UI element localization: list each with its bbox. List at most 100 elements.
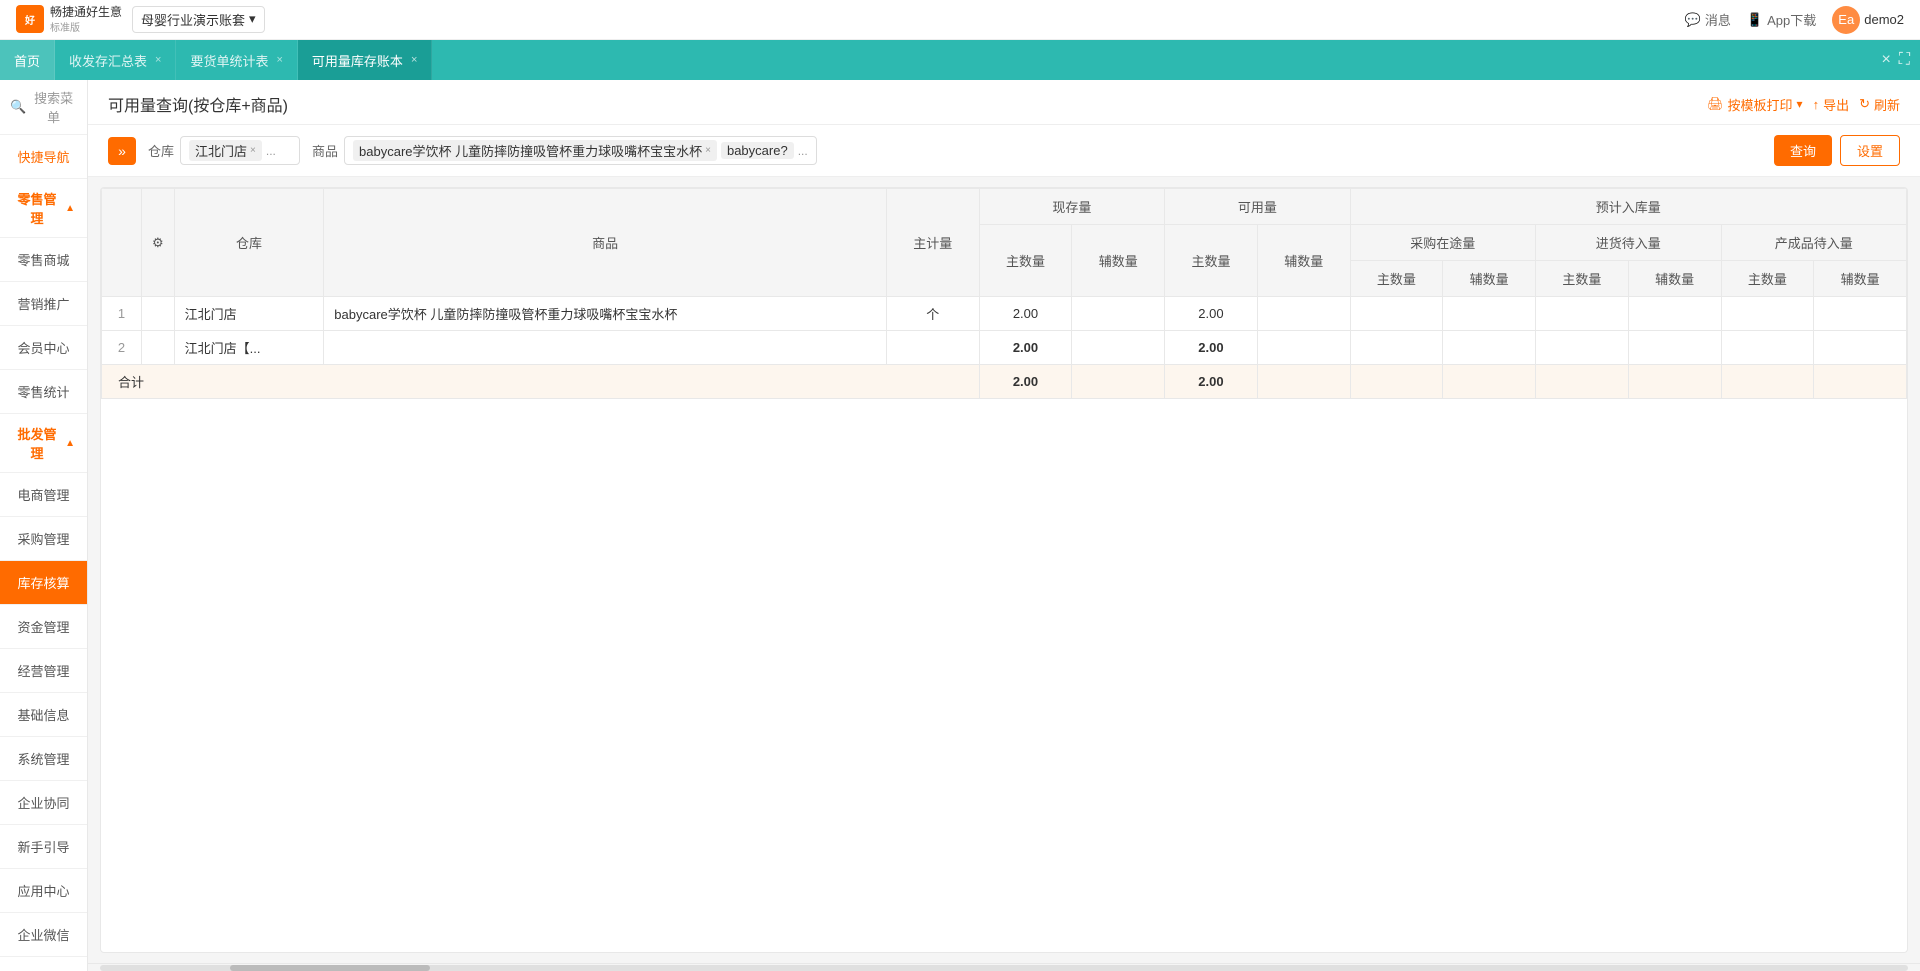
sidebar-quick-nav[interactable]: 快捷导航 — [0, 135, 87, 179]
user-area[interactable]: Ea demo2 — [1832, 6, 1904, 34]
th-product-pend-main: 主数量 — [1721, 261, 1814, 297]
footer-stock-sub — [1072, 365, 1165, 399]
tab-income-expense[interactable]: 收发存汇总表 × — [55, 40, 176, 80]
data-table: ⚙ 仓库 商品 主计量 现存量 可用量 预计入库量 主数量 辅数量 主数量 辅数… — [101, 188, 1907, 399]
app-download-btn[interactable]: 📱 App下载 — [1747, 10, 1816, 29]
avatar-text: Ea — [1838, 12, 1854, 27]
sidebar-item-newbie[interactable]: 新手引导 — [0, 825, 87, 869]
close-all-tabs-btn[interactable]: × — [1881, 51, 1890, 69]
footer-avail-main: 2.00 — [1165, 365, 1258, 399]
refresh-btn[interactable]: ↻ 刷新 — [1859, 95, 1900, 114]
warehouse-ellipsis[interactable]: ... — [266, 144, 276, 158]
sidebar-item-wholesale-mgmt[interactable]: 批发管理 ▲ — [0, 414, 87, 473]
row-1-prod-pend-sub — [1814, 297, 1907, 331]
setting-button[interactable]: 设置 — [1840, 135, 1900, 166]
th-stock-main: 主数量 — [979, 225, 1072, 297]
warehouse-filter-tags[interactable]: 江北门店 × ... — [180, 136, 300, 165]
scrollbar-track[interactable] — [100, 965, 1908, 971]
app-icon: 📱 — [1747, 12, 1763, 28]
top-bar-right: 💬 消息 📱 App下载 Ea demo2 — [1685, 6, 1904, 34]
sidebar-item-retail-mgmt[interactable]: 零售管理 ▲ — [0, 179, 87, 238]
product-tag-1: babycare学饮杯 儿童防摔防撞吸管杯重力球吸嘴杯宝宝水杯 × — [353, 140, 717, 161]
row-1-pur-in-main — [1350, 297, 1443, 331]
tab-available-stock-close[interactable]: × — [411, 54, 417, 66]
th-stock-sub: 辅数量 — [1072, 225, 1165, 297]
sidebar-item-retail-mall[interactable]: 零售商城 — [0, 238, 87, 282]
scrollbar-thumb[interactable] — [230, 965, 430, 971]
sidebar-item-marketing[interactable]: 营销推广 — [0, 282, 87, 326]
th-row-num — [102, 189, 142, 297]
export-btn[interactable]: ↑ 导出 — [1813, 95, 1850, 114]
nav-tabs: 首页 收发存汇总表 × 要货单统计表 × 可用量库存账本 × × ⛶ — [0, 40, 1920, 80]
product-filter-tags[interactable]: babycare学饮杯 儿童防摔防撞吸管杯重力球吸嘴杯宝宝水杯 × babyca… — [344, 136, 817, 165]
sidebar-item-enterprise-wechat[interactable]: 企业微信 — [0, 913, 87, 957]
th-stock-group: 现存量 — [979, 189, 1164, 225]
fullscreen-btn[interactable]: ⛶ — [1899, 51, 1910, 69]
search-icon: 🔍 — [10, 99, 26, 115]
sidebar-item-basic-info[interactable]: 基础信息 — [0, 693, 87, 737]
chevron-up-icon: ▲ — [65, 203, 75, 214]
product-ellipsis[interactable]: ... — [798, 144, 808, 158]
tab-home[interactable]: 首页 — [0, 40, 55, 80]
th-avail-sub: 辅数量 — [1257, 225, 1350, 297]
sidebar-item-member-service[interactable]: 畅会员 — [0, 957, 87, 971]
sidebar-item-member[interactable]: 会员中心 — [0, 326, 87, 370]
message-btn[interactable]: 💬 消息 — [1685, 10, 1731, 29]
filter-actions: 查询 设置 — [1774, 135, 1900, 166]
sidebar-item-ecommerce[interactable]: 电商管理 — [0, 473, 87, 517]
sidebar-search[interactable]: 🔍 搜索菜单 — [0, 80, 87, 135]
sidebar-item-business[interactable]: 经营管理 — [0, 649, 87, 693]
th-purchase-in-main: 主数量 — [1350, 261, 1443, 297]
table-footer: 合计 2.00 2.00 — [102, 365, 1907, 399]
user-name: demo2 — [1864, 12, 1904, 27]
warehouse-tag-close[interactable]: × — [250, 145, 256, 156]
avatar: Ea — [1832, 6, 1860, 34]
tab-available-stock-label: 可用量库存账本 — [312, 51, 403, 70]
tab-income-expense-close[interactable]: × — [155, 54, 161, 66]
tab-order-stats-label: 要货单统计表 — [190, 51, 268, 70]
wholesale-mgmt-label: 批发管理 — [12, 424, 62, 462]
product-filter-label: 商品 — [312, 141, 338, 160]
message-label: 消息 — [1705, 10, 1731, 29]
warehouse-tag: 江北门店 × — [189, 140, 262, 161]
sidebar-item-system[interactable]: 系统管理 — [0, 737, 87, 781]
sidebar-item-finance[interactable]: 资金管理 — [0, 605, 87, 649]
row-1-avail-sub — [1257, 297, 1350, 331]
industry-selector[interactable]: 母婴行业演示账套 ▾ — [132, 6, 265, 33]
th-purchase-in-transit: 采购在途量 — [1350, 225, 1535, 261]
row-1-stock-main: 2.00 — [979, 297, 1072, 331]
query-button[interactable]: 查询 — [1774, 135, 1832, 166]
page-title: 可用量查询(按仓库+商品) — [108, 92, 288, 116]
logo-icon: 好 — [16, 5, 44, 33]
enterprise-wechat-label: 企业微信 — [17, 925, 69, 944]
print-icon: 🖨 — [1707, 96, 1724, 112]
tab-order-stats-close[interactable]: × — [276, 54, 282, 66]
warehouse-filter-group: 仓库 江北门店 × ... — [148, 136, 300, 165]
th-purchase-in-sub: 辅数量 — [1443, 261, 1536, 297]
print-btn[interactable]: 🖨 按模板打印 ▾ — [1707, 95, 1803, 114]
finance-label: 资金管理 — [17, 617, 69, 636]
footer-pur-pend-sub — [1628, 365, 1721, 399]
row-2-settings — [142, 331, 175, 365]
row-1-pur-pend-sub — [1628, 297, 1721, 331]
logo-area: 好 畅捷通好生意 标准版 — [16, 5, 122, 34]
row-2-stock-sub — [1072, 331, 1165, 365]
sidebar-item-retail-stats[interactable]: 零售统计 — [0, 370, 87, 414]
product-tag-2-text: babycare? — [727, 143, 788, 158]
row-1-pur-pend-main — [1536, 297, 1629, 331]
table-row: 1 江北门店 babycare学饮杯 儿童防摔防撞吸管杯重力球吸嘴杯宝宝水杯 个… — [102, 297, 1907, 331]
product-tag-1-close[interactable]: × — [705, 145, 711, 156]
row-2-pur-in-sub — [1443, 331, 1536, 365]
sidebar-item-inventory[interactable]: 库存核算 — [0, 561, 87, 605]
export-icon: ↑ — [1813, 97, 1820, 112]
th-available-group: 可用量 — [1165, 189, 1350, 225]
sidebar-item-app-center[interactable]: 应用中心 — [0, 869, 87, 913]
row-2-avail-sub — [1257, 331, 1350, 365]
sidebar-item-enterprise-collab[interactable]: 企业协同 — [0, 781, 87, 825]
th-settings[interactable]: ⚙ — [142, 189, 175, 297]
tab-order-stats[interactable]: 要货单统计表 × — [176, 40, 297, 80]
main-layout: 🔍 搜索菜单 快捷导航 零售管理 ▲ 零售商城 营销推广 会员中心 零售统计 批… — [0, 80, 1920, 971]
sidebar-item-purchase[interactable]: 采购管理 — [0, 517, 87, 561]
tab-available-stock[interactable]: 可用量库存账本 × — [298, 40, 432, 80]
filter-toggle-btn[interactable]: » — [108, 137, 136, 165]
